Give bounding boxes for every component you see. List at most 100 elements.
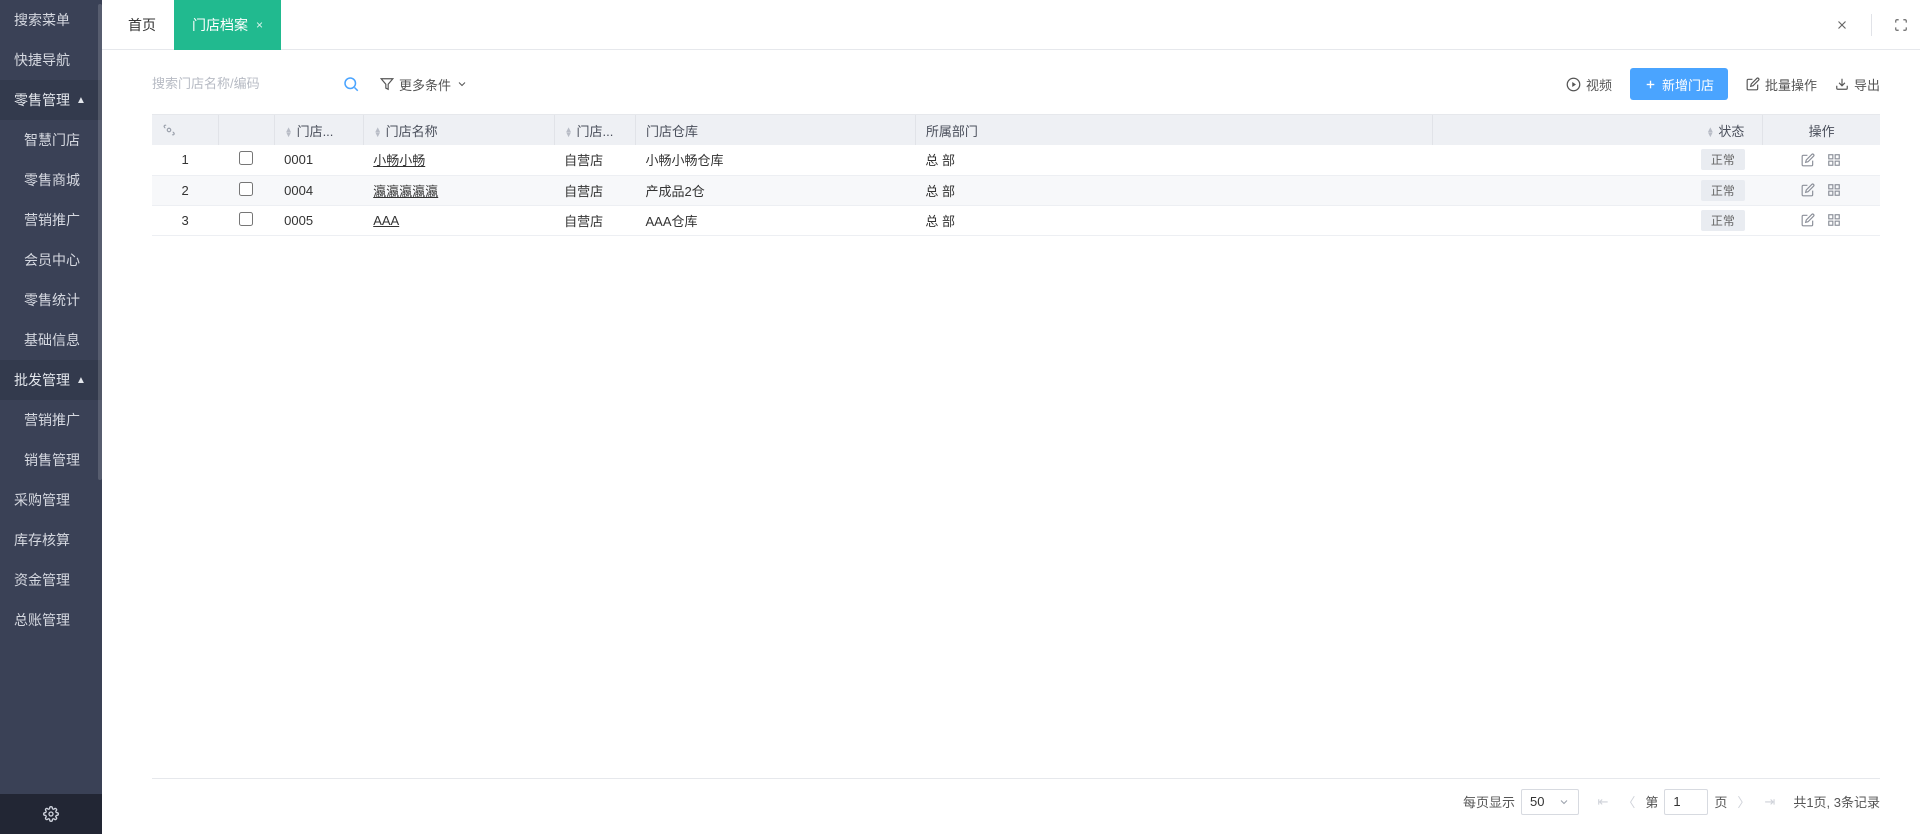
row-checkbox[interactable] — [239, 151, 253, 165]
sidebar-item-label: 基础信息 — [24, 330, 80, 350]
sort-icon: ▲▼ — [374, 127, 382, 137]
sidebar-item-15[interactable]: 总账管理 — [0, 600, 102, 640]
tab-bar: 首页门店档案× — [102, 0, 1920, 50]
page-content: 更多条件 视频 新增门店 — [102, 50, 1920, 834]
row-warehouse: 产成品2仓 — [635, 175, 915, 205]
add-store-button[interactable]: 新增门店 — [1630, 68, 1728, 100]
settings-column-header[interactable] — [152, 115, 218, 145]
edit-icon[interactable] — [1801, 213, 1815, 227]
sidebar-settings-button[interactable] — [0, 794, 102, 834]
sidebar-item-0[interactable]: 搜索菜单 — [0, 0, 102, 40]
sidebar-item-3[interactable]: 智慧门店 — [0, 120, 102, 160]
status-badge: 正常 — [1701, 210, 1745, 231]
export-icon — [1835, 77, 1849, 91]
sidebar-item-11[interactable]: 销售管理 — [0, 440, 102, 480]
store-name-link[interactable]: AAA — [373, 213, 399, 228]
type-column-header[interactable]: ▲▼门店... — [554, 115, 635, 145]
search-input[interactable] — [152, 68, 362, 100]
row-dept: 总 部 — [915, 175, 1432, 205]
table-row: 20004瀛瀛瀛瀛瀛自营店产成品2仓总 部正常 — [152, 175, 1880, 205]
page-last-button[interactable]: ⇥ — [1760, 794, 1779, 810]
sidebar-item-9[interactable]: 批发管理▲ — [0, 360, 102, 400]
search-icon[interactable] — [342, 75, 360, 93]
pager: 每页显示 50 ⇤ 〈 第 页 〉 ⇥ 共1页, 3条记录 — [152, 778, 1880, 824]
edit-icon[interactable] — [1801, 153, 1815, 167]
sidebar-item-6[interactable]: 会员中心 — [0, 240, 102, 280]
sidebar-item-7[interactable]: 零售统计 — [0, 280, 102, 320]
sidebar-scroll: 搜索菜单快捷导航零售管理▲智慧门店零售商城营销推广会员中心零售统计基础信息批发管… — [0, 0, 102, 794]
stores-table: ▲▼门店... ▲▼门店名称 ▲▼门店... 门店仓库 所属部门 ▲▼状态 操作… — [152, 114, 1880, 772]
row-code: 0004 — [274, 175, 363, 205]
add-store-label: 新增门店 — [1662, 75, 1714, 94]
status-badge: 正常 — [1701, 149, 1745, 170]
more-icon[interactable] — [1827, 213, 1841, 227]
close-icon[interactable]: × — [256, 18, 263, 32]
page-input[interactable] — [1664, 789, 1708, 815]
warehouse-column-header[interactable]: 门店仓库 — [635, 115, 915, 145]
row-checkbox[interactable] — [239, 182, 253, 196]
status-column-header[interactable]: ▲▼状态 — [1432, 115, 1763, 145]
row-dept: 总 部 — [915, 145, 1432, 175]
page-prev-button[interactable]: 〈 — [1618, 792, 1639, 811]
sidebar-item-label: 零售商城 — [24, 170, 80, 190]
play-circle-icon — [1566, 77, 1581, 92]
sidebar-item-label: 营销推广 — [24, 410, 80, 430]
sidebar-item-8[interactable]: 基础信息 — [0, 320, 102, 360]
bulk-ops-button[interactable]: 批量操作 — [1746, 75, 1817, 94]
main-area: 首页门店档案× 更多条件 — [102, 0, 1920, 834]
pager-summary: 共1页, 3条记录 — [1793, 792, 1880, 811]
close-all-tabs-button[interactable] — [1831, 14, 1853, 36]
row-checkbox-cell — [218, 175, 274, 205]
row-index: 1 — [152, 145, 218, 175]
sidebar-item-label: 库存核算 — [14, 530, 70, 550]
sidebar-item-12[interactable]: 采购管理 — [0, 480, 102, 520]
table-row: 10001小畅小畅自营店小畅小畅仓库总 部正常 — [152, 145, 1880, 175]
more-icon[interactable] — [1827, 153, 1841, 167]
sidebar-item-5[interactable]: 营销推广 — [0, 200, 102, 240]
row-index: 3 — [152, 205, 218, 235]
name-column-header[interactable]: ▲▼门店名称 — [363, 115, 554, 145]
tab-label: 首页 — [128, 15, 156, 35]
page-next-button[interactable]: 〉 — [1733, 792, 1754, 811]
gear-icon — [162, 123, 208, 137]
sidebar-item-4[interactable]: 零售商城 — [0, 160, 102, 200]
funnel-icon — [380, 77, 394, 91]
dept-column-header[interactable]: 所属部门 — [915, 115, 1432, 145]
page-first-button[interactable]: ⇤ — [1593, 794, 1612, 810]
row-index: 2 — [152, 175, 218, 205]
video-button[interactable]: 视频 — [1566, 75, 1612, 94]
tab-1[interactable]: 门店档案× — [174, 0, 281, 50]
sidebar: 搜索菜单快捷导航零售管理▲智慧门店零售商城营销推广会员中心零售统计基础信息批发管… — [0, 0, 102, 834]
more-icon[interactable] — [1827, 183, 1841, 197]
more-filter-button[interactable]: 更多条件 — [380, 75, 468, 94]
sidebar-scrollbar[interactable] — [98, 4, 102, 480]
row-type: 自营店 — [554, 145, 635, 175]
page-label-pre: 第 — [1645, 792, 1658, 811]
sidebar-item-2[interactable]: 零售管理▲ — [0, 80, 102, 120]
code-column-header[interactable]: ▲▼门店... — [274, 115, 363, 145]
sidebar-item-label: 智慧门店 — [24, 130, 80, 150]
status-badge: 正常 — [1701, 180, 1745, 201]
export-button[interactable]: 导出 — [1835, 75, 1880, 94]
divider — [1871, 14, 1872, 36]
edit-icon[interactable] — [1801, 183, 1815, 197]
sidebar-item-1[interactable]: 快捷导航 — [0, 40, 102, 80]
tab-0[interactable]: 首页 — [110, 0, 174, 50]
sort-icon: ▲▼ — [285, 127, 293, 137]
row-checkbox[interactable] — [239, 212, 253, 226]
chevron-down-icon — [456, 78, 468, 90]
sidebar-item-14[interactable]: 资金管理 — [0, 560, 102, 600]
more-filter-label: 更多条件 — [399, 75, 451, 94]
fullscreen-button[interactable] — [1890, 14, 1912, 36]
store-name-link[interactable]: 瀛瀛瀛瀛瀛 — [373, 184, 438, 199]
page-label-suf: 页 — [1714, 792, 1727, 811]
store-name-link[interactable]: 小畅小畅 — [373, 153, 425, 168]
ops-column-header: 操作 — [1763, 115, 1880, 145]
sidebar-item-13[interactable]: 库存核算 — [0, 520, 102, 560]
per-page-select[interactable]: 50 — [1521, 789, 1579, 815]
table-row: 30005AAA自营店AAA仓库总 部正常 — [152, 205, 1880, 235]
sort-icon: ▲▼ — [1706, 127, 1714, 137]
toolbar: 更多条件 视频 新增门店 — [152, 68, 1880, 100]
sidebar-item-10[interactable]: 营销推广 — [0, 400, 102, 440]
sidebar-item-label: 批发管理 — [14, 370, 70, 390]
